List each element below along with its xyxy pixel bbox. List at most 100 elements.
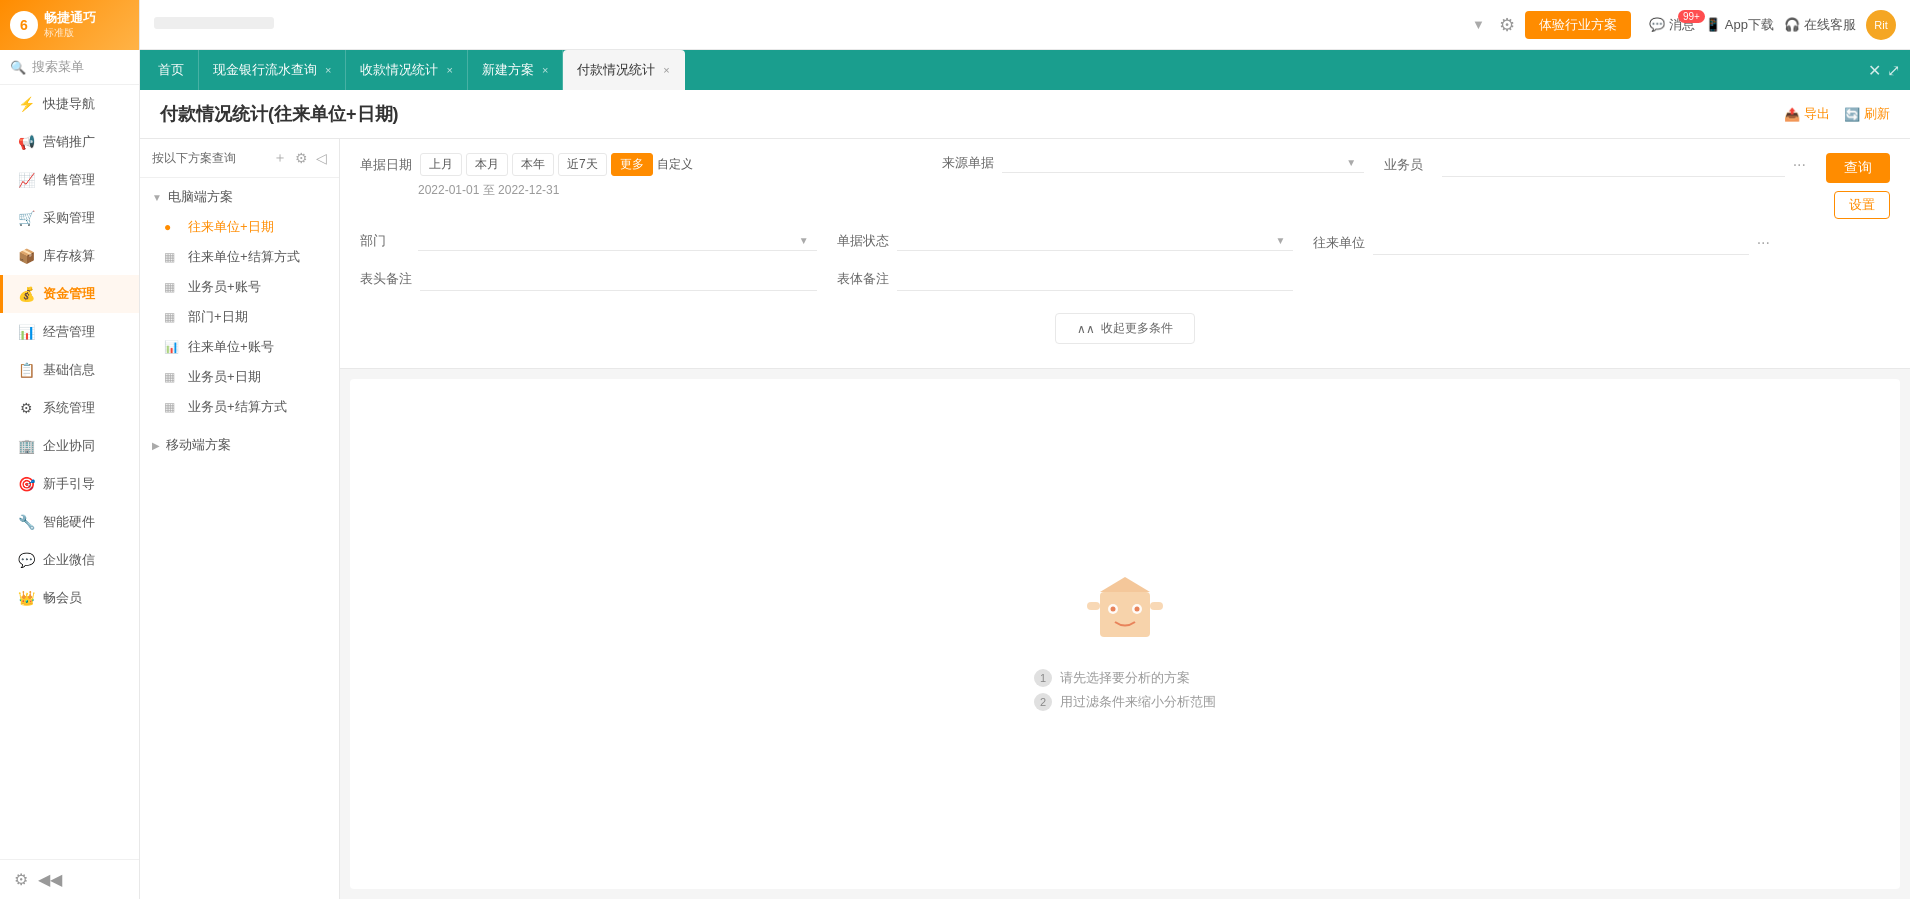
sidebar-item-label: 新手引导	[43, 475, 95, 493]
sidebar-item-label: 资金管理	[43, 285, 95, 303]
date-btn-last-month[interactable]: 上月	[420, 153, 462, 176]
app-download-btn[interactable]: 📱 App下载	[1705, 16, 1774, 34]
filter-row-1: 单据日期 上月 本月 本年 近7天 更多 自定义 2022	[360, 153, 1890, 219]
add-scheme-icon[interactable]: ＋	[273, 149, 287, 167]
scheme-item-unit-account[interactable]: 📊 往来单位+账号	[140, 332, 339, 362]
sidebar-item-hardware[interactable]: 🔧 智能硬件	[0, 503, 139, 541]
staff-date-icon: ▦	[164, 370, 180, 384]
empty-tips: 1 请先选择要分析的方案 2 用过滤条件来缩小分析范围	[1034, 669, 1216, 711]
page-title: 付款情况统计(往来单位+日期)	[160, 102, 399, 126]
sidebar-item-sales[interactable]: 📈 销售管理	[0, 161, 139, 199]
empty-state: 1 请先选择要分析的方案 2 用过滤条件来缩小分析范围	[350, 379, 1900, 889]
refresh-btn[interactable]: 🔄 刷新	[1844, 105, 1890, 123]
collapse-conditions-btn[interactable]: ∧∧ 收起更多条件	[1055, 313, 1195, 344]
receipt-stats-tab-close[interactable]: ×	[446, 64, 452, 76]
collapse-panel-icon[interactable]: ◁	[316, 150, 327, 166]
scheme-item-staff-date[interactable]: ▦ 业务员+日期	[140, 362, 339, 392]
dept-date-icon: ▦	[164, 310, 180, 324]
service-btn[interactable]: 🎧 在线客服	[1784, 16, 1856, 34]
sidebar-item-basic-info[interactable]: 📋 基础信息	[0, 351, 139, 389]
manage-scheme-icon[interactable]: ⚙	[295, 150, 308, 166]
close-window-icon[interactable]: ✕	[1868, 61, 1881, 80]
logo-icon: 6	[10, 11, 38, 39]
sidebar-item-label: 智能硬件	[43, 513, 95, 531]
bank-flow-tab-label: 现金银行流水查询	[213, 61, 317, 79]
unit-date-icon: ●	[164, 220, 180, 234]
scheme-item-staff-payment[interactable]: ▦ 业务员+结算方式	[140, 392, 339, 422]
sidebar-item-quick-nav[interactable]: ⚡ 快捷导航	[0, 85, 139, 123]
unit-account-icon: 📊	[164, 340, 180, 354]
source-select[interactable]: ▼	[1002, 153, 1364, 173]
query-btn[interactable]: 查询	[1826, 153, 1890, 183]
filter-header-note: 表头备注	[360, 267, 817, 291]
related-unit-input[interactable]	[1373, 231, 1748, 255]
wechat-icon: 💬	[17, 551, 35, 569]
sidebar-item-marketing[interactable]: 📢 营销推广	[0, 123, 139, 161]
tip-text-2: 用过滤条件来缩小分析范围	[1060, 693, 1216, 711]
sidebar-item-inventory[interactable]: 📦 库存核算	[0, 237, 139, 275]
sidebar-item-capital[interactable]: 💰 资金管理	[0, 275, 139, 313]
trial-btn[interactable]: 体验行业方案	[1525, 11, 1631, 39]
sidebar-item-guide[interactable]: 🎯 新手引导	[0, 465, 139, 503]
tab-payment-stats[interactable]: 付款情况统计 ×	[563, 50, 684, 90]
dept-label: 部门	[360, 232, 410, 250]
new-scheme-tab-close[interactable]: ×	[542, 64, 548, 76]
body-note-input[interactable]	[897, 267, 1294, 291]
search-menu[interactable]: 🔍 搜索菜单	[0, 50, 139, 85]
scheme-item-staff-account[interactable]: ▦ 业务员+账号	[140, 272, 339, 302]
scheme-group-mobile-title[interactable]: ▶ 移动端方案	[140, 430, 339, 460]
staff-label: 业务员	[1384, 156, 1434, 174]
doc-status-select[interactable]: ▼	[897, 231, 1294, 251]
doc-status-label: 单据状态	[837, 232, 889, 250]
tab-new-scheme[interactable]: 新建方案 ×	[468, 50, 563, 90]
export-icon: 📤	[1784, 107, 1800, 122]
staff-input[interactable]	[1442, 153, 1784, 177]
tab-bank-flow[interactable]: 现金银行流水查询 ×	[199, 50, 346, 90]
sidebar-item-vip[interactable]: 👑 畅会员	[0, 579, 139, 617]
dept-select[interactable]: ▼	[418, 231, 817, 251]
date-btn-this-year[interactable]: 本年	[512, 153, 554, 176]
related-unit-label: 往来单位	[1313, 234, 1365, 252]
settings-gear-icon[interactable]: ⚙	[14, 870, 28, 889]
sidebar-item-label: 基础信息	[43, 361, 95, 379]
scheme-item-label: 业务员+结算方式	[188, 398, 287, 416]
sidebar-item-label: 快捷导航	[43, 95, 95, 113]
refresh-icon: 🔄	[1844, 107, 1860, 122]
svg-rect-7	[1150, 602, 1163, 610]
date-btn-this-month[interactable]: 本月	[466, 153, 508, 176]
message-btn[interactable]: 💬 消息 99+	[1649, 16, 1695, 34]
export-btn[interactable]: 📤 导出	[1784, 105, 1830, 123]
left-panel-header: 按以下方案查询 ＋ ⚙ ◁	[140, 139, 339, 178]
mobile-group-label: 移动端方案	[166, 436, 231, 454]
scheme-item-dept-date[interactable]: ▦ 部门+日期	[140, 302, 339, 332]
setting-btn[interactable]: 设置	[1834, 191, 1890, 219]
sidebar-item-wechat[interactable]: 💬 企业微信	[0, 541, 139, 579]
collapse-sidebar-icon[interactable]: ◀◀	[38, 870, 62, 889]
scheme-item-unit-payment[interactable]: ▦ 往来单位+结算方式	[140, 242, 339, 272]
sidebar-item-enterprise[interactable]: 🏢 企业协同	[0, 427, 139, 465]
payment-stats-tab-label: 付款情况统计	[577, 61, 655, 79]
date-btn-7days[interactable]: 近7天	[558, 153, 607, 176]
header-note-input[interactable]	[420, 267, 817, 291]
scheme-item-label: 业务员+日期	[188, 368, 261, 386]
tab-receipt-stats[interactable]: 收款情况统计 ×	[346, 50, 467, 90]
staff-dots-icon[interactable]: ···	[1793, 156, 1806, 174]
bank-flow-tab-close[interactable]: ×	[325, 64, 331, 76]
topbar-dropdown[interactable]: ▼	[1472, 17, 1485, 32]
scheme-item-unit-date[interactable]: ● 往来单位+日期	[140, 212, 339, 242]
topbar-settings-icon[interactable]: ⚙	[1499, 14, 1515, 36]
tab-home[interactable]: 首页	[144, 50, 199, 90]
marketing-icon: 📢	[17, 133, 35, 151]
scheme-group-pc-title[interactable]: ▼ 电脑端方案	[140, 182, 339, 212]
related-unit-dots-icon[interactable]: ···	[1757, 234, 1770, 252]
sales-icon: 📈	[17, 171, 35, 189]
sidebar-item-purchase[interactable]: 🛒 采购管理	[0, 199, 139, 237]
maximize-icon[interactable]: ⤢	[1887, 61, 1900, 80]
user-avatar[interactable]: Rit	[1866, 10, 1896, 40]
payment-stats-tab-close[interactable]: ×	[663, 64, 669, 76]
sidebar-item-system[interactable]: ⚙ 系统管理	[0, 389, 139, 427]
sidebar-item-operation[interactable]: 📊 经营管理	[0, 313, 139, 351]
date-btn-more[interactable]: 更多	[611, 153, 653, 176]
scheme-item-label: 往来单位+结算方式	[188, 248, 300, 266]
left-panel-icons: ＋ ⚙ ◁	[273, 149, 327, 167]
